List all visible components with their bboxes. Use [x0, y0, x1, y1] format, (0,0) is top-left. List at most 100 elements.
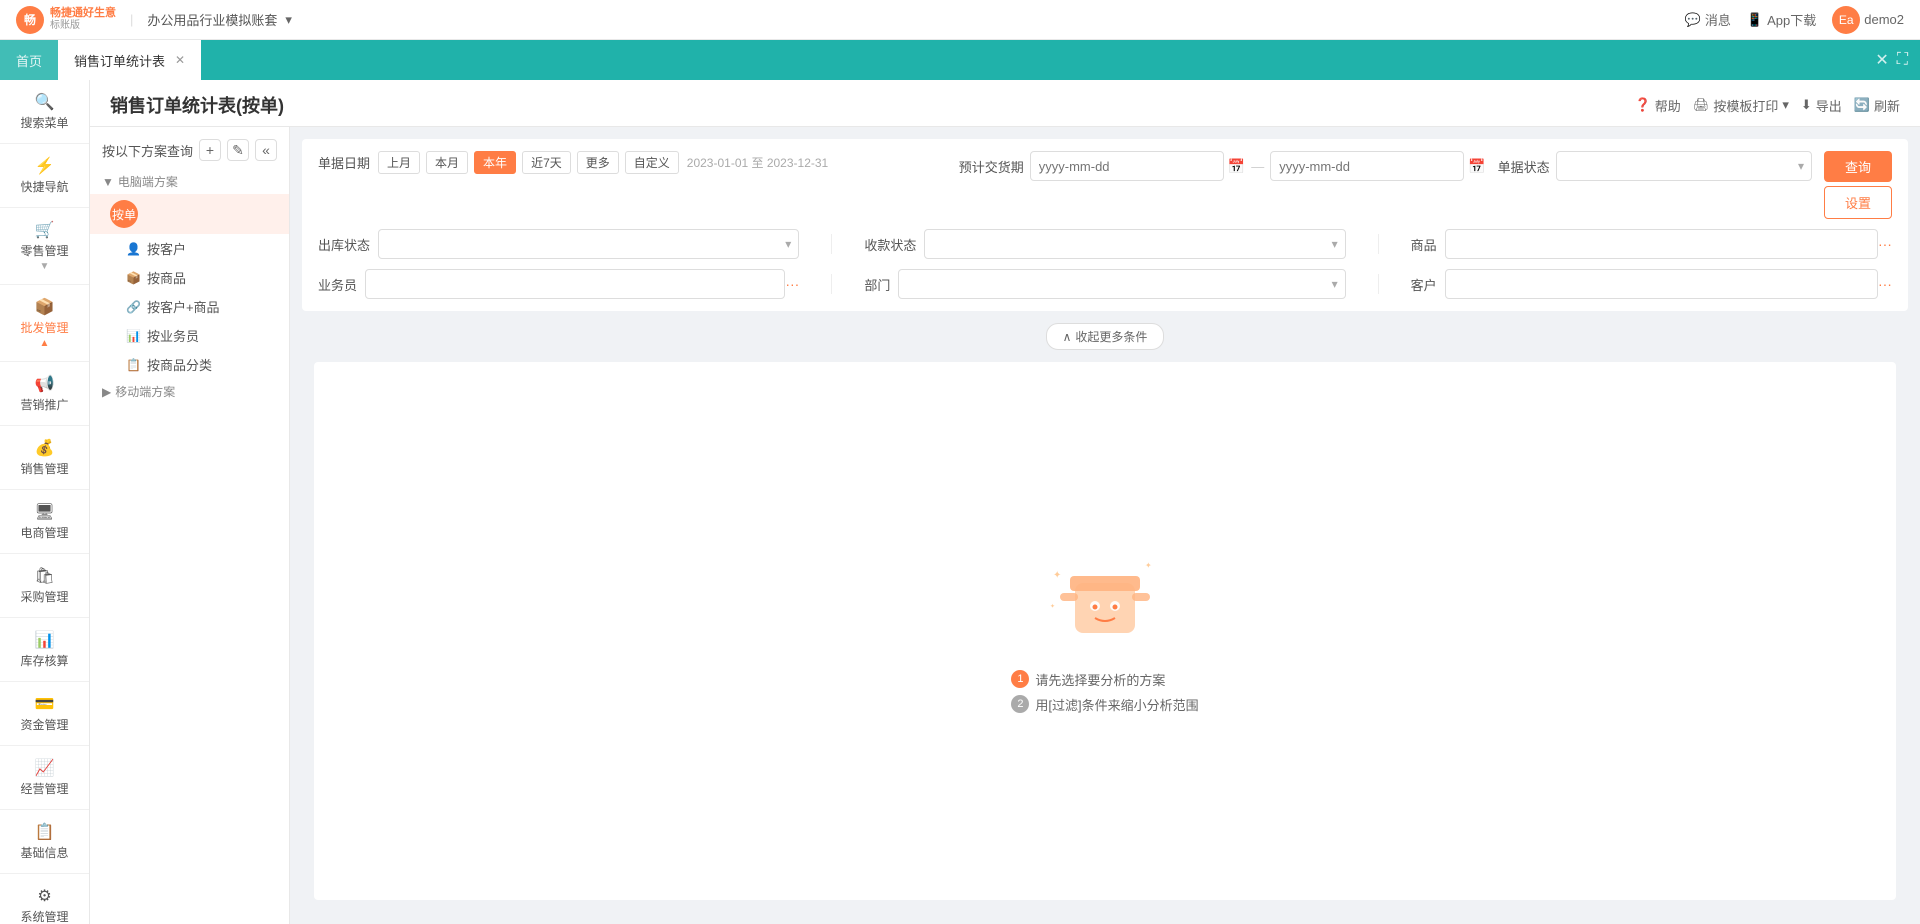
retail-arrow: ▼ — [40, 261, 50, 272]
tab-home[interactable]: 首页 — [0, 40, 58, 80]
sidebar-item-basic[interactable]: 📋 基础信息 — [0, 810, 89, 874]
app-download-action[interactable]: 📱 App下载 — [1747, 10, 1816, 29]
print-icon: 🖨 — [1693, 97, 1710, 113]
by-category-label: 按商品分类 — [147, 355, 212, 374]
sidebar-item-wholesale[interactable]: 📦 批发管理 ▲ — [0, 285, 89, 362]
dept-cell: 部门 ▾ — [848, 269, 1361, 299]
inventory-icon: 📊 — [35, 630, 55, 650]
search-button[interactable]: 查询 — [1824, 151, 1892, 182]
date-btn-this-month[interactable]: 本月 — [426, 151, 468, 174]
placeholder-hint-1: 1 请先选择要分析的方案 — [1011, 670, 1198, 689]
tree-node-by-category[interactable]: 📋 按商品分类 — [90, 350, 289, 379]
date-btn-more[interactable]: 更多 — [577, 151, 619, 174]
filter-row-3: 业务员 ··· 部门 ▾ — [318, 269, 1892, 299]
tab-sales-label: 销售订单统计表 — [74, 51, 165, 70]
tree-title: 按以下方案查询 — [102, 141, 193, 160]
stock-status-select-wrap: ▾ — [378, 229, 799, 259]
main-layout: 🔍 搜索菜单 ⚡ 快捷导航 🛒 零售管理 ▼ 📦 批发管理 ▲ 📢 营销推广 💰… — [0, 80, 1920, 924]
dept-filter-label: 部门 — [864, 275, 890, 294]
sidebar-item-purchase[interactable]: 🛍 采购管理 — [0, 554, 89, 618]
date-range-display: 2023-01-01 至 2023-12-31 — [687, 154, 828, 171]
salesman-more-btn[interactable]: ··· — [785, 276, 799, 292]
template-print-label: 按模板打印 — [1713, 96, 1778, 115]
date-btn-last-month[interactable]: 上月 — [378, 151, 420, 174]
cal-start-icon[interactable]: 📅 — [1228, 158, 1245, 175]
sidebar-item-marketing[interactable]: 📢 营销推广 — [0, 362, 89, 426]
user-action[interactable]: Ea demo2 — [1832, 6, 1904, 34]
refresh-action[interactable]: 🔄 刷新 — [1854, 96, 1900, 115]
setting-button[interactable]: 设置 — [1824, 186, 1892, 219]
cal-end-icon[interactable]: 📅 — [1468, 158, 1485, 175]
by-cust-prod-label: 按客户+商品 — [147, 297, 220, 316]
message-label: 消息 — [1705, 10, 1731, 29]
tree-add-btn[interactable]: + — [199, 139, 221, 161]
tab-home-label: 首页 — [16, 51, 42, 70]
tree-panel: 按以下方案查询 + ✎ « ▼ 电脑端方案 按单 👤 按客户 — [90, 127, 290, 924]
customer-more-btn[interactable]: ··· — [1878, 276, 1892, 292]
sales-icon: 💰 — [35, 438, 55, 458]
date-btn-this-year[interactable]: 本年 — [474, 151, 516, 174]
sidebar-marketing-label: 营销推广 — [20, 396, 68, 413]
filter-tree-layout: 按以下方案查询 + ✎ « ▼ 电脑端方案 按单 👤 按客户 — [90, 127, 1920, 924]
sidebar-item-quick-nav[interactable]: ⚡ 快捷导航 — [0, 144, 89, 208]
sidebar-item-inventory[interactable]: 📊 库存核算 — [0, 618, 89, 682]
product-input[interactable] — [1445, 229, 1878, 259]
expected-date-start[interactable] — [1030, 151, 1224, 181]
export-label: 导出 — [1816, 96, 1842, 115]
sidebar-ecommerce-label: 电商管理 — [20, 524, 68, 541]
tree-edit-btn[interactable]: ✎ — [227, 139, 249, 161]
tab-maximize-btn[interactable]: ⛶ — [1897, 51, 1908, 69]
by-order-dot: 按单 — [110, 200, 138, 228]
expected-date-start-wrap: 📅 — [1030, 151, 1245, 181]
help-action[interactable]: ❓ 帮助 — [1635, 96, 1681, 115]
product-more-btn[interactable]: ··· — [1878, 236, 1892, 252]
customer-input-area: ··· — [1445, 269, 1892, 299]
tree-node-by-customer[interactable]: 👤 按客户 — [90, 234, 289, 263]
tree-collapse-btn[interactable]: « — [255, 139, 277, 161]
sidebar-item-operation[interactable]: 📈 经营管理 — [0, 746, 89, 810]
collapse-filters-btn[interactable]: ∧ 收起更多条件 — [1046, 323, 1165, 350]
tab-sales-order[interactable]: 销售订单统计表 ✕ — [58, 40, 201, 80]
sidebar-item-sales[interactable]: 💰 销售管理 — [0, 426, 89, 490]
purchase-icon: 🛍 — [34, 566, 54, 586]
sidebar-item-search[interactable]: 🔍 搜索菜单 — [0, 80, 89, 144]
username-label: demo2 — [1864, 12, 1904, 27]
expected-date-end[interactable] — [1270, 151, 1464, 181]
tree-node-by-salesman[interactable]: 📊 按业务员 — [90, 321, 289, 350]
row2-divider2 — [1378, 234, 1379, 254]
tree-node-by-order[interactable]: 按单 — [90, 194, 289, 234]
stock-status-select[interactable] — [378, 229, 799, 259]
tab-action-area: ✕ ⛶ — [1863, 40, 1920, 80]
salesman-input[interactable] — [365, 269, 785, 299]
tab-close-btn[interactable]: ✕ — [175, 53, 185, 67]
tree-expand-icon: ▼ — [102, 175, 114, 189]
customer-input[interactable] — [1445, 269, 1878, 299]
row3-divider2 — [1378, 274, 1379, 294]
breadcrumb-dropdown[interactable]: ▾ — [285, 12, 292, 28]
status-select[interactable] — [1556, 151, 1812, 181]
sidebar-search-label: 搜索菜单 — [20, 114, 68, 131]
logo-icon: 畅 — [16, 6, 44, 34]
export-action[interactable]: ⬇ 导出 — [1801, 96, 1842, 115]
sidebar-item-system[interactable]: ⚙ 系统管理 — [0, 874, 89, 924]
template-print-action[interactable]: 🖨 按模板打印 ▾ — [1693, 96, 1789, 115]
date-btn-7days[interactable]: 近7天 — [522, 151, 571, 174]
tab-minimize-btn[interactable]: ✕ — [1875, 50, 1888, 70]
sidebar-item-retail[interactable]: 🛒 零售管理 ▼ — [0, 208, 89, 285]
dept-select[interactable] — [898, 269, 1345, 299]
status-select-wrap: ▾ — [1556, 151, 1812, 181]
filter-card: 单据日期 上月 本月 本年 近7天 更多 自定义 2023-01-01 至 20… — [302, 139, 1908, 311]
app-download-label: App下载 — [1767, 10, 1816, 29]
avatar: Ea — [1832, 6, 1860, 34]
marketing-icon: 📢 — [35, 374, 55, 394]
tree-node-by-product[interactable]: 📦 按商品 — [90, 263, 289, 292]
receipt-status-select[interactable] — [924, 229, 1345, 259]
date-btn-custom[interactable]: 自定义 — [625, 151, 679, 174]
salesman-node-icon: 📊 — [126, 329, 141, 343]
sidebar-item-finance[interactable]: 💳 资金管理 — [0, 682, 89, 746]
message-action[interactable]: 💬 消息 — [1685, 10, 1731, 29]
system-icon: ⚙ — [37, 886, 51, 906]
tree-node-by-customer-product[interactable]: 🔗 按客户+商品 — [90, 292, 289, 321]
sidebar-item-ecommerce[interactable]: 🖥 电商管理 — [0, 490, 89, 554]
tree-pc-label: 电脑端方案 — [118, 173, 178, 190]
